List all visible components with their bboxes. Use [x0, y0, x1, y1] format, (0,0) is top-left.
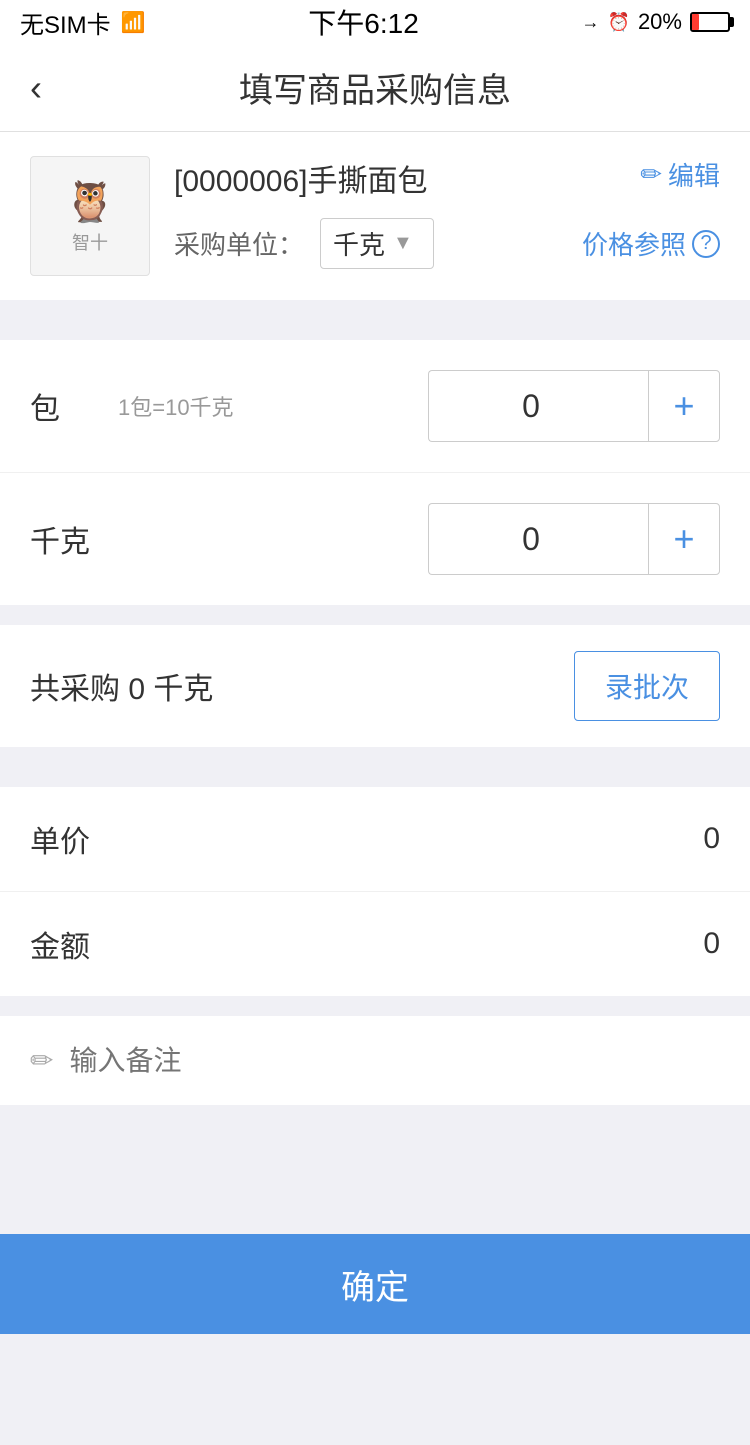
kg-input[interactable] — [428, 503, 648, 575]
remark-input[interactable] — [69, 1045, 720, 1077]
bao-plus-button[interactable]: + — [648, 370, 720, 442]
amount-value: 0 — [703, 927, 720, 961]
edit-icon: ✏ — [640, 159, 662, 190]
product-header: [0000006]手撕面包 ✏ 编辑 — [174, 156, 720, 200]
bao-sub-label: 1包=10千克 — [118, 390, 234, 422]
unit-select-arrow-icon: ▼ — [393, 232, 413, 255]
bao-input[interactable] — [428, 370, 648, 442]
alarm-icon: ⏰ — [608, 12, 630, 33]
bao-row: 包 1包=10千克 + — [0, 340, 750, 473]
bao-label: 包 — [30, 384, 110, 428]
remark-section: ✏ — [0, 1016, 750, 1105]
unit-label: 采购单位： — [174, 225, 304, 262]
time-label: 下午6:12 — [308, 2, 419, 42]
kg-input-group: + — [428, 503, 720, 575]
total-row: 共采购 0 千克 录批次 — [0, 625, 750, 747]
product-info: [0000006]手撕面包 ✏ 编辑 采购单位： 千克 ▼ 价格参照 ? — [174, 156, 720, 269]
battery-fill — [692, 14, 699, 30]
price-section: 单价 0 金额 0 — [0, 787, 750, 996]
edit-button[interactable]: ✏ 编辑 — [640, 156, 720, 193]
unit-price-label: 单价 — [30, 817, 90, 861]
battery-text: 20% — [638, 9, 682, 35]
wifi-icon: 📶 — [121, 10, 146, 35]
kg-plus-button[interactable]: + — [648, 503, 720, 575]
status-bar: 无SIM卡 📶 下午6:12 → ⏰ 20% — [0, 0, 750, 44]
unit-price-value: 0 — [703, 822, 720, 856]
unit-price-row: 单价 0 — [0, 787, 750, 892]
price-ref-help-icon: ? — [692, 230, 720, 258]
battery-icon — [690, 12, 730, 32]
batch-button[interactable]: 录批次 — [574, 651, 720, 721]
price-ref-label: 价格参照 — [582, 225, 686, 262]
unit-select[interactable]: 千克 ▼ — [320, 218, 434, 269]
product-unit-row: 采购单位： 千克 ▼ 价格参照 ? — [174, 218, 720, 269]
product-name: [0000006]手撕面包 — [174, 156, 427, 200]
kg-label: 千克 — [30, 517, 110, 561]
total-text: 共采购 0 千克 — [30, 664, 213, 708]
status-right: → ⏰ 20% — [582, 9, 730, 35]
separator-2 — [0, 767, 750, 787]
status-left: 无SIM卡 📶 — [20, 5, 146, 40]
location-icon: → — [582, 12, 600, 33]
kg-row: 千克 + — [0, 473, 750, 605]
remark-pencil-icon: ✏ — [30, 1044, 53, 1077]
bao-input-group: + — [428, 370, 720, 442]
confirm-button[interactable]: 确定 — [0, 1234, 750, 1334]
carrier-label: 无SIM卡 — [20, 5, 111, 40]
amount-label: 金额 — [30, 922, 90, 966]
product-image: 🦉 智十 — [30, 156, 150, 276]
price-ref-button[interactable]: 价格参照 ? — [582, 225, 720, 262]
back-button[interactable]: ‹ — [30, 67, 42, 109]
nav-bar: ‹ 填写商品采购信息 — [0, 44, 750, 132]
edit-label: 编辑 — [668, 156, 720, 193]
separator-1 — [0, 320, 750, 340]
amount-row: 金额 0 — [0, 892, 750, 996]
quantity-form-section: 包 1包=10千克 + 千克 + — [0, 340, 750, 605]
page-title: 填写商品采购信息 — [239, 63, 511, 112]
product-card: 🦉 智十 [0000006]手撕面包 ✏ 编辑 采购单位： 千克 ▼ 价格参照 … — [0, 132, 750, 300]
unit-value: 千克 — [333, 225, 385, 262]
product-owl-icon: 🦉 — [65, 178, 115, 225]
product-img-label: 智十 — [72, 229, 108, 255]
